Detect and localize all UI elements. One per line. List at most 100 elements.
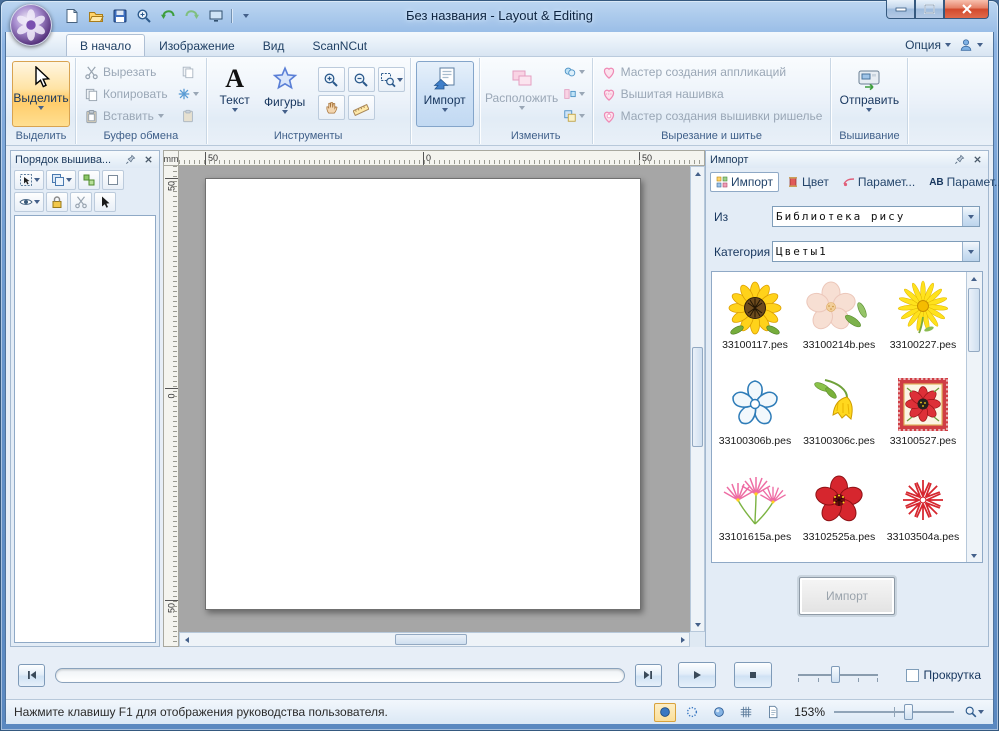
- save-button[interactable]: [109, 6, 130, 26]
- from-combobox[interactable]: Библиотека рису: [772, 206, 980, 227]
- richelieu-wizard-button[interactable]: Мастер создания вышивки ришелье: [598, 105, 826, 127]
- tab-home[interactable]: В начало: [66, 34, 146, 56]
- zoom-area-button[interactable]: [377, 67, 405, 92]
- copy-button[interactable]: Копировать: [81, 83, 171, 105]
- gallery-item[interactable]: 33100214b.pes: [797, 275, 881, 371]
- zoom-slider-thumb[interactable]: [903, 704, 913, 720]
- scroll-checkbox[interactable]: [905, 668, 919, 682]
- gallery-item[interactable]: 33100227.pes: [881, 275, 965, 371]
- canvas-viewport[interactable]: [179, 166, 690, 632]
- gallery-item[interactable]: 33101615a.pes: [713, 467, 797, 563]
- tab-image[interactable]: Изображение: [145, 34, 249, 56]
- slider-thumb[interactable]: [831, 666, 841, 683]
- gallery-item[interactable]: 33100306c.pes: [797, 371, 881, 467]
- panel-tab-color[interactable]: Цвет: [781, 172, 835, 192]
- design-page[interactable]: [205, 178, 641, 610]
- panel-tab-sewing-params[interactable]: Парамет...: [837, 172, 921, 192]
- close-button[interactable]: [944, 0, 989, 19]
- multi-frame-button[interactable]: [46, 170, 76, 190]
- zoom-menu-button[interactable]: [963, 703, 985, 722]
- gallery-scroll-thumb[interactable]: [968, 288, 980, 352]
- zoom-slider[interactable]: [834, 702, 954, 722]
- tab-scanncut[interactable]: ScanNCut: [298, 34, 381, 56]
- cut-order-button[interactable]: [70, 192, 92, 212]
- gallery-item[interactable]: 33100117.pes: [713, 275, 797, 371]
- sewing-order-list[interactable]: [14, 215, 156, 643]
- lock-button[interactable]: [46, 192, 68, 212]
- patch-button[interactable]: Вышитая нашивка: [598, 83, 826, 105]
- redo-button[interactable]: [181, 6, 202, 26]
- undo-button[interactable]: [157, 6, 178, 26]
- mirror-copy-button[interactable]: [175, 83, 201, 105]
- frame-select-button[interactable]: [14, 170, 44, 190]
- open-button[interactable]: [85, 6, 106, 26]
- pin-panel-button[interactable]: [123, 153, 137, 167]
- visibility-button[interactable]: [14, 192, 44, 212]
- zoom-in-button[interactable]: [317, 67, 345, 92]
- minimize-button[interactable]: [886, 0, 915, 19]
- play-button[interactable]: [677, 662, 716, 688]
- group-objects-button[interactable]: [561, 61, 587, 83]
- simulation-speed-slider[interactable]: [797, 663, 878, 687]
- gallery-item[interactable]: 33103504a.pes: [881, 467, 965, 563]
- pan-tool-button[interactable]: [317, 95, 345, 120]
- text-tool-button[interactable]: A Текст: [212, 61, 258, 127]
- cut-button[interactable]: Вырезать: [81, 61, 171, 83]
- from-combobox-dropdown-button[interactable]: [962, 207, 979, 226]
- scroll-down-button[interactable]: [691, 618, 704, 631]
- stitch-view-button[interactable]: [681, 703, 703, 722]
- stitch-progress-slider[interactable]: [55, 667, 625, 683]
- gallery-scrollbar[interactable]: [966, 272, 982, 562]
- send-button[interactable]: Отправить: [836, 61, 902, 127]
- gallery-item[interactable]: 33100527.pes: [881, 371, 965, 467]
- maximize-button[interactable]: [915, 0, 944, 19]
- gallery-scroll-down-button[interactable]: [967, 549, 980, 562]
- user-menu-button[interactable]: [959, 38, 983, 52]
- panel-tab-text-params[interactable]: АВ Парамет...: [923, 172, 999, 192]
- scroll-up-button[interactable]: [691, 167, 704, 180]
- pin-panel-button[interactable]: [952, 153, 966, 167]
- design-settings-button[interactable]: [205, 6, 226, 26]
- vertical-scrollbar[interactable]: [690, 166, 705, 632]
- select-tool-button[interactable]: Выделить: [12, 61, 70, 127]
- vertical-scroll-thumb[interactable]: [692, 347, 703, 447]
- gallery-item[interactable]: 33102525a.pes: [797, 467, 881, 563]
- measure-tool-button[interactable]: [347, 95, 375, 120]
- solid-view-button[interactable]: [654, 702, 676, 722]
- design-property-button[interactable]: [762, 703, 784, 722]
- tab-view[interactable]: Вид: [249, 34, 299, 56]
- app-logo-button[interactable]: [10, 4, 52, 46]
- duplicate-button[interactable]: [175, 61, 201, 83]
- horizontal-scrollbar[interactable]: [179, 632, 690, 647]
- paste-special-button[interactable]: [175, 105, 201, 127]
- category-combobox[interactable]: Цветы1: [772, 241, 980, 262]
- paste-button[interactable]: Вставить: [81, 105, 171, 127]
- gallery-item[interactable]: 33100306b.pes: [713, 371, 797, 467]
- close-panel-button[interactable]: [970, 153, 984, 167]
- applique-wizard-button[interactable]: Мастер создания аппликаций: [598, 61, 826, 83]
- align-button[interactable]: [561, 83, 587, 105]
- category-combobox-dropdown-button[interactable]: [962, 242, 979, 261]
- realistic-view-button[interactable]: [708, 703, 730, 722]
- new-document-button[interactable]: [61, 6, 82, 26]
- scroll-left-button[interactable]: [180, 633, 193, 646]
- pointer-button[interactable]: [94, 192, 116, 212]
- option-menu-button[interactable]: Опция: [905, 38, 951, 52]
- gallery-scroll-up-button[interactable]: [967, 272, 980, 285]
- shapes-tool-button[interactable]: Фигуры: [258, 61, 312, 127]
- import-button[interactable]: Импорт: [415, 61, 474, 127]
- close-panel-button[interactable]: [141, 153, 155, 167]
- horizontal-scroll-thumb[interactable]: [395, 634, 467, 645]
- layers-button[interactable]: [78, 170, 100, 190]
- stop-button[interactable]: [733, 662, 772, 688]
- stacking-order-button[interactable]: [561, 105, 587, 127]
- zoom-out-button[interactable]: [347, 67, 375, 92]
- grid-settings-button[interactable]: [735, 703, 757, 722]
- go-to-end-button[interactable]: [634, 663, 662, 687]
- import-design-button[interactable]: Импорт: [799, 577, 895, 615]
- zoom-fit-button[interactable]: [133, 6, 154, 26]
- scroll-right-button[interactable]: [676, 633, 689, 646]
- blank-frame-button[interactable]: [102, 170, 124, 190]
- panel-tab-import[interactable]: Импорт: [710, 172, 779, 192]
- arrange-button[interactable]: Расположить: [485, 61, 559, 127]
